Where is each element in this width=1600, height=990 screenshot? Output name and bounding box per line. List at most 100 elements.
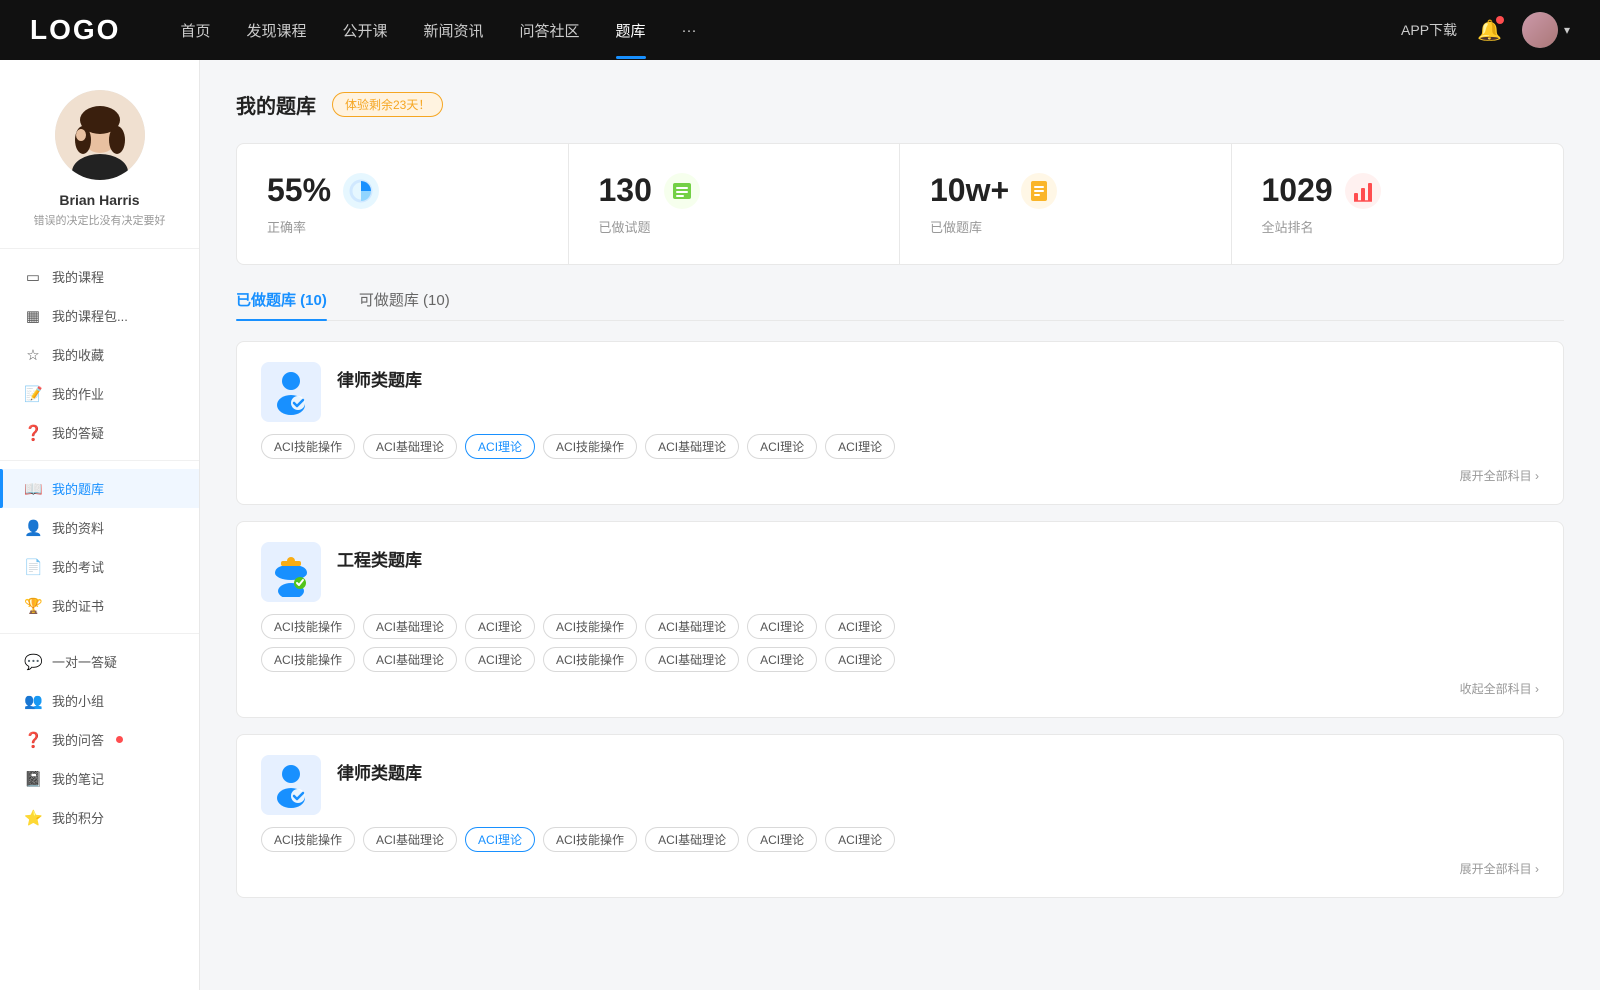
nav-more[interactable]: ···	[682, 22, 697, 39]
tag-2-7[interactable]: ACI理论	[825, 614, 895, 639]
sidebar-item-label: 我的课程包...	[52, 306, 128, 325]
navbar-right: APP下载 🔔 ▾	[1401, 12, 1570, 48]
logo[interactable]: LOGO	[30, 14, 120, 46]
exam-icon: 📄	[24, 558, 42, 576]
qbank-icon-lawyer-3	[261, 755, 321, 815]
tab-available-banks[interactable]: 可做题库 (10)	[359, 289, 450, 320]
stat-label-rank: 全站排名	[1262, 217, 1534, 236]
qbank-title-1: 律师类题库	[337, 362, 422, 391]
sidebar-item-label: 我的考试	[52, 557, 104, 576]
sidebar-item-one-on-one[interactable]: 💬 一对一答疑	[0, 642, 199, 681]
qbank-card-2-header: 工程类题库	[261, 542, 1539, 602]
sidebar-item-label: 一对一答疑	[52, 652, 117, 671]
sidebar-username: Brian Harris	[59, 192, 139, 208]
sidebar-item-course-package[interactable]: ▦ 我的课程包...	[0, 296, 199, 335]
sidebar-item-label: 我的作业	[52, 384, 104, 403]
tag-3-5[interactable]: ACI基础理论	[645, 827, 739, 852]
app-download-btn[interactable]: APP下载	[1401, 20, 1457, 40]
nav-menu: 首页 发现课程 公开课 新闻资讯 问答社区 题库 ···	[180, 20, 1401, 41]
nav-discover[interactable]: 发现课程	[246, 20, 306, 41]
notification-bell[interactable]: 🔔	[1477, 18, 1502, 43]
tag-2-14[interactable]: ACI理论	[825, 647, 895, 672]
notification-dot	[1496, 16, 1504, 24]
sidebar-item-label: 我的课程	[52, 267, 104, 286]
stat-ranking: 1029 全站排名	[1232, 144, 1564, 264]
tag-1-4[interactable]: ACI技能操作	[543, 434, 637, 459]
tag-1-3[interactable]: ACI理论	[465, 434, 535, 459]
sidebar-item-label: 我的笔记	[52, 769, 104, 788]
tag-3-3[interactable]: ACI理论	[465, 827, 535, 852]
tag-2-12[interactable]: ACI基础理论	[645, 647, 739, 672]
tag-1-6[interactable]: ACI理论	[747, 434, 817, 459]
sidebar-item-certificate[interactable]: 🏆 我的证书	[0, 586, 199, 625]
tag-3-7[interactable]: ACI理论	[825, 827, 895, 852]
cert-icon: 🏆	[24, 597, 42, 615]
note-icon	[1027, 179, 1051, 203]
tag-3-1[interactable]: ACI技能操作	[261, 827, 355, 852]
expand-btn-3[interactable]: 展开全部科目 ›	[1460, 860, 1539, 877]
tag-1-7[interactable]: ACI理论	[825, 434, 895, 459]
tag-3-2[interactable]: ACI基础理论	[363, 827, 457, 852]
bar-chart-icon	[1351, 179, 1375, 203]
sidebar-item-favorites[interactable]: ☆ 我的收藏	[0, 335, 199, 374]
course-icon: ▭	[24, 268, 42, 286]
tab-done-banks[interactable]: 已做题库 (10)	[236, 289, 327, 320]
sidebar-item-qbank[interactable]: 📖 我的题库	[0, 469, 199, 508]
qbank-icon-engineer	[261, 542, 321, 602]
qbank-tags-2-row2: ACI技能操作 ACI基础理论 ACI理论 ACI技能操作 ACI基础理论 AC…	[261, 647, 1539, 672]
collapse-btn-2[interactable]: 收起全部科目 ›	[1460, 680, 1539, 697]
chevron-down-icon: ▾	[1564, 23, 1570, 37]
tag-3-6[interactable]: ACI理论	[747, 827, 817, 852]
qbank-title-3: 律师类题库	[337, 755, 422, 784]
sidebar-item-points[interactable]: ⭐ 我的积分	[0, 798, 199, 837]
sidebar-item-label: 我的资料	[52, 518, 104, 537]
tag-1-5[interactable]: ACI基础理论	[645, 434, 739, 459]
sidebar-item-exam[interactable]: 📄 我的考试	[0, 547, 199, 586]
sidebar-item-my-qa[interactable]: ❓ 我的问答	[0, 720, 199, 759]
list-icon	[670, 179, 694, 203]
sidebar-item-label: 我的小组	[52, 691, 104, 710]
tag-2-1[interactable]: ACI技能操作	[261, 614, 355, 639]
stat-value-accuracy: 55%	[267, 172, 331, 209]
profile-icon: 👤	[24, 519, 42, 537]
sidebar-item-group[interactable]: 👥 我的小组	[0, 681, 199, 720]
tag-2-9[interactable]: ACI基础理论	[363, 647, 457, 672]
tag-2-13[interactable]: ACI理论	[747, 647, 817, 672]
tag-1-2[interactable]: ACI基础理论	[363, 434, 457, 459]
sidebar-item-homework[interactable]: 📝 我的作业	[0, 374, 199, 413]
expand-btn-1[interactable]: 展开全部科目 ›	[1460, 467, 1539, 484]
nav-home[interactable]: 首页	[180, 20, 210, 41]
nav-qa[interactable]: 问答社区	[520, 20, 580, 41]
sidebar-item-questions[interactable]: ❓ 我的答疑	[0, 413, 199, 452]
nav-news[interactable]: 新闻资讯	[424, 20, 484, 41]
tag-2-10[interactable]: ACI理论	[465, 647, 535, 672]
user-avatar-menu[interactable]: ▾	[1522, 12, 1570, 48]
tag-2-11[interactable]: ACI技能操作	[543, 647, 637, 672]
qbank-tags-3: ACI技能操作 ACI基础理论 ACI理论 ACI技能操作 ACI基础理论 AC…	[261, 827, 1539, 852]
qbank-card-1: 律师类题库 ACI技能操作 ACI基础理论 ACI理论 ACI技能操作 ACI基…	[236, 341, 1564, 505]
tag-1-1[interactable]: ACI技能操作	[261, 434, 355, 459]
page-layout: Brian Harris 错误的决定比没有决定要好 ▭ 我的课程 ▦ 我的课程包…	[0, 60, 1600, 990]
stats-row: 55% 正确率 130	[236, 143, 1564, 265]
nav-qbank[interactable]: 题库	[616, 20, 646, 41]
sidebar-item-profile[interactable]: 👤 我的资料	[0, 508, 199, 547]
accuracy-icon-wrap	[343, 173, 379, 209]
avatar-illustration	[55, 90, 145, 180]
page-header: 我的题库 体验剩余23天！	[236, 90, 1564, 119]
stat-value-banks: 10w+	[930, 172, 1009, 209]
nav-open-course[interactable]: 公开课	[342, 20, 387, 41]
tag-2-8[interactable]: ACI技能操作	[261, 647, 355, 672]
stat-accuracy: 55% 正确率	[237, 144, 569, 264]
tag-2-6[interactable]: ACI理论	[747, 614, 817, 639]
tag-2-3[interactable]: ACI理论	[465, 614, 535, 639]
sidebar-item-my-course[interactable]: ▭ 我的课程	[0, 257, 199, 296]
stat-done-questions: 130 已做试题	[569, 144, 901, 264]
stat-top: 55%	[267, 172, 538, 209]
sidebar-item-notes[interactable]: 📓 我的笔记	[0, 759, 199, 798]
tag-3-4[interactable]: ACI技能操作	[543, 827, 637, 852]
tag-2-4[interactable]: ACI技能操作	[543, 614, 637, 639]
stat-top: 1029	[1262, 172, 1534, 209]
tag-2-2[interactable]: ACI基础理论	[363, 614, 457, 639]
pie-chart-icon	[349, 179, 373, 203]
tag-2-5[interactable]: ACI基础理论	[645, 614, 739, 639]
